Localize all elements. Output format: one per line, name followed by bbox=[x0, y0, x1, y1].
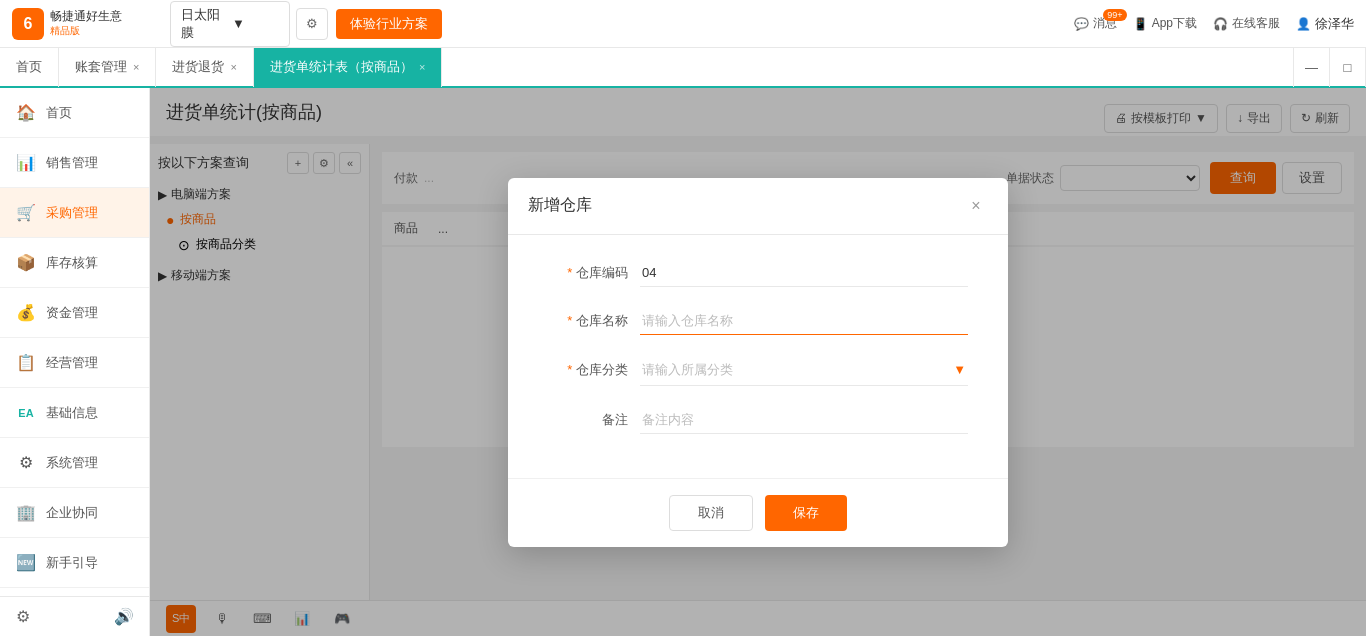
modal-title: 新增仓库 bbox=[528, 195, 592, 216]
tab-minimize-button[interactable]: — bbox=[1294, 47, 1330, 87]
sidebar-item-inventory[interactable]: 📦 库存核算 bbox=[0, 238, 149, 288]
sidebar-item-newbie[interactable]: 🆕 新手引导 bbox=[0, 538, 149, 588]
basic-info-icon: EA bbox=[16, 403, 36, 423]
modal-overlay: 新增仓库 × 仓库编码 仓库名称 仓 bbox=[150, 88, 1366, 636]
purchase-icon: 🛒 bbox=[16, 203, 36, 223]
save-button[interactable]: 保存 bbox=[765, 495, 847, 531]
online-service-button[interactable]: 🎧 在线客服 bbox=[1213, 15, 1280, 32]
warehouse-code-label: 仓库编码 bbox=[548, 264, 628, 282]
tab-accounts[interactable]: 账套管理 × bbox=[59, 47, 156, 87]
sidebar-item-home[interactable]: 🏠 首页 bbox=[0, 88, 149, 138]
gear-button[interactable]: ⚙ bbox=[296, 8, 328, 40]
modal-close-button[interactable]: × bbox=[964, 194, 988, 218]
field-warehouse-code: 仓库编码 bbox=[548, 259, 968, 287]
logo-text: 畅捷通好生意 精品版 bbox=[50, 9, 122, 39]
tab-right-buttons: — □ bbox=[1293, 47, 1366, 87]
modal-header: 新增仓库 × bbox=[508, 178, 1008, 235]
tab-purchase-return-close[interactable]: × bbox=[230, 61, 236, 73]
note-label: 备注 bbox=[548, 411, 628, 429]
tab-purchase-stat-label: 进货单统计表（按商品） bbox=[270, 58, 413, 76]
modal-new-warehouse: 新增仓库 × 仓库编码 仓库名称 仓 bbox=[508, 178, 1008, 547]
sidebar-item-purchase[interactable]: 🛒 采购管理 bbox=[0, 188, 149, 238]
finance-icon: 💰 bbox=[16, 303, 36, 323]
tab-purchase-return-label: 进货退货 bbox=[172, 58, 224, 76]
chevron-down-icon: ▼ bbox=[232, 16, 279, 31]
main-layout: 🏠 首页 📊 销售管理 🛒 采购管理 📦 库存核算 💰 资金管理 📋 经营管理 … bbox=[0, 88, 1366, 636]
inventory-icon: 📦 bbox=[16, 253, 36, 273]
content-area: 进货单统计(按商品) 🖨 按模板打印 ▼ ↓ 导出 ↻ 刷新 bbox=[150, 88, 1366, 636]
tab-purchase-stat-close[interactable]: × bbox=[419, 61, 425, 73]
sidebar-item-finance[interactable]: 💰 资金管理 bbox=[0, 288, 149, 338]
cancel-button[interactable]: 取消 bbox=[669, 495, 753, 531]
warehouse-name-input[interactable] bbox=[640, 307, 968, 335]
warehouse-category-label: 仓库分类 bbox=[548, 361, 628, 379]
user-icon: 👤 bbox=[1296, 17, 1311, 31]
tab-purchase-stat[interactable]: 进货单统计表（按商品） × bbox=[254, 47, 442, 87]
sidebar-bottom: ⚙ 🔊 bbox=[0, 596, 150, 636]
sidebar-item-sales[interactable]: 📊 销售管理 bbox=[0, 138, 149, 188]
app-download-button[interactable]: 📱 App下载 bbox=[1133, 15, 1197, 32]
message-icon: 💬 bbox=[1074, 17, 1089, 31]
store-selector[interactable]: 日太阳膜 ▼ bbox=[170, 1, 290, 47]
field-warehouse-name: 仓库名称 bbox=[548, 307, 968, 335]
modal-body: 仓库编码 仓库名称 仓库分类 请输入所属分类 ▼ bbox=[508, 235, 1008, 478]
logo-area: 6 畅捷通好生意 精品版 bbox=[12, 8, 162, 40]
message-button[interactable]: 💬 消息 99+ bbox=[1074, 15, 1117, 32]
tab-home-label: 首页 bbox=[16, 58, 42, 76]
phone-icon: 📱 bbox=[1133, 17, 1148, 31]
newbie-icon: 🆕 bbox=[16, 553, 36, 573]
warehouse-name-label: 仓库名称 bbox=[548, 312, 628, 330]
sidebar-settings-icon[interactable]: ⚙ bbox=[16, 607, 30, 626]
tab-purchase-return[interactable]: 进货退货 × bbox=[156, 47, 253, 87]
warehouse-code-input[interactable] bbox=[640, 259, 968, 287]
modal-footer: 取消 保存 bbox=[508, 478, 1008, 547]
sales-icon: 📊 bbox=[16, 153, 36, 173]
logo-icon: 6 bbox=[12, 8, 44, 40]
operation-icon: 📋 bbox=[16, 353, 36, 373]
tab-bar: 首页 账套管理 × 进货退货 × 进货单统计表（按商品） × — □ bbox=[0, 48, 1366, 88]
sidebar-item-basic[interactable]: EA 基础信息 bbox=[0, 388, 149, 438]
sidebar: 🏠 首页 📊 销售管理 🛒 采购管理 📦 库存核算 💰 资金管理 📋 经营管理 … bbox=[0, 88, 150, 636]
system-icon: ⚙ bbox=[16, 453, 36, 473]
note-input[interactable] bbox=[640, 406, 968, 434]
tab-accounts-label: 账套管理 bbox=[75, 58, 127, 76]
tab-maximize-button[interactable]: □ bbox=[1330, 47, 1366, 87]
tab-accounts-close[interactable]: × bbox=[133, 61, 139, 73]
sidebar-item-operation[interactable]: 📋 经营管理 bbox=[0, 338, 149, 388]
enterprise-icon: 🏢 bbox=[16, 503, 36, 523]
tab-home[interactable]: 首页 bbox=[0, 47, 59, 87]
user-menu[interactable]: 👤 徐泽华 bbox=[1296, 15, 1354, 33]
sidebar-item-enterprise[interactable]: 🏢 企业协同 bbox=[0, 488, 149, 538]
sidebar-speaker-icon[interactable]: 🔊 bbox=[114, 607, 134, 626]
category-chevron-icon: ▼ bbox=[953, 362, 966, 377]
warehouse-category-select[interactable]: 请输入所属分类 ▼ bbox=[640, 355, 968, 386]
headset-icon: 🎧 bbox=[1213, 17, 1228, 31]
sidebar-item-system[interactable]: ⚙ 系统管理 bbox=[0, 438, 149, 488]
field-note: 备注 bbox=[548, 406, 968, 434]
top-header: 6 畅捷通好生意 精品版 日太阳膜 ▼ ⚙ 体验行业方案 💬 消息 99+ 📱 … bbox=[0, 0, 1366, 48]
field-warehouse-category: 仓库分类 请输入所属分类 ▼ bbox=[548, 355, 968, 386]
gear-icon: ⚙ bbox=[306, 16, 318, 31]
header-right: 💬 消息 99+ 📱 App下载 🎧 在线客服 👤 徐泽华 bbox=[1074, 15, 1354, 33]
home-icon: 🏠 bbox=[16, 103, 36, 123]
trial-button[interactable]: 体验行业方案 bbox=[336, 9, 442, 39]
